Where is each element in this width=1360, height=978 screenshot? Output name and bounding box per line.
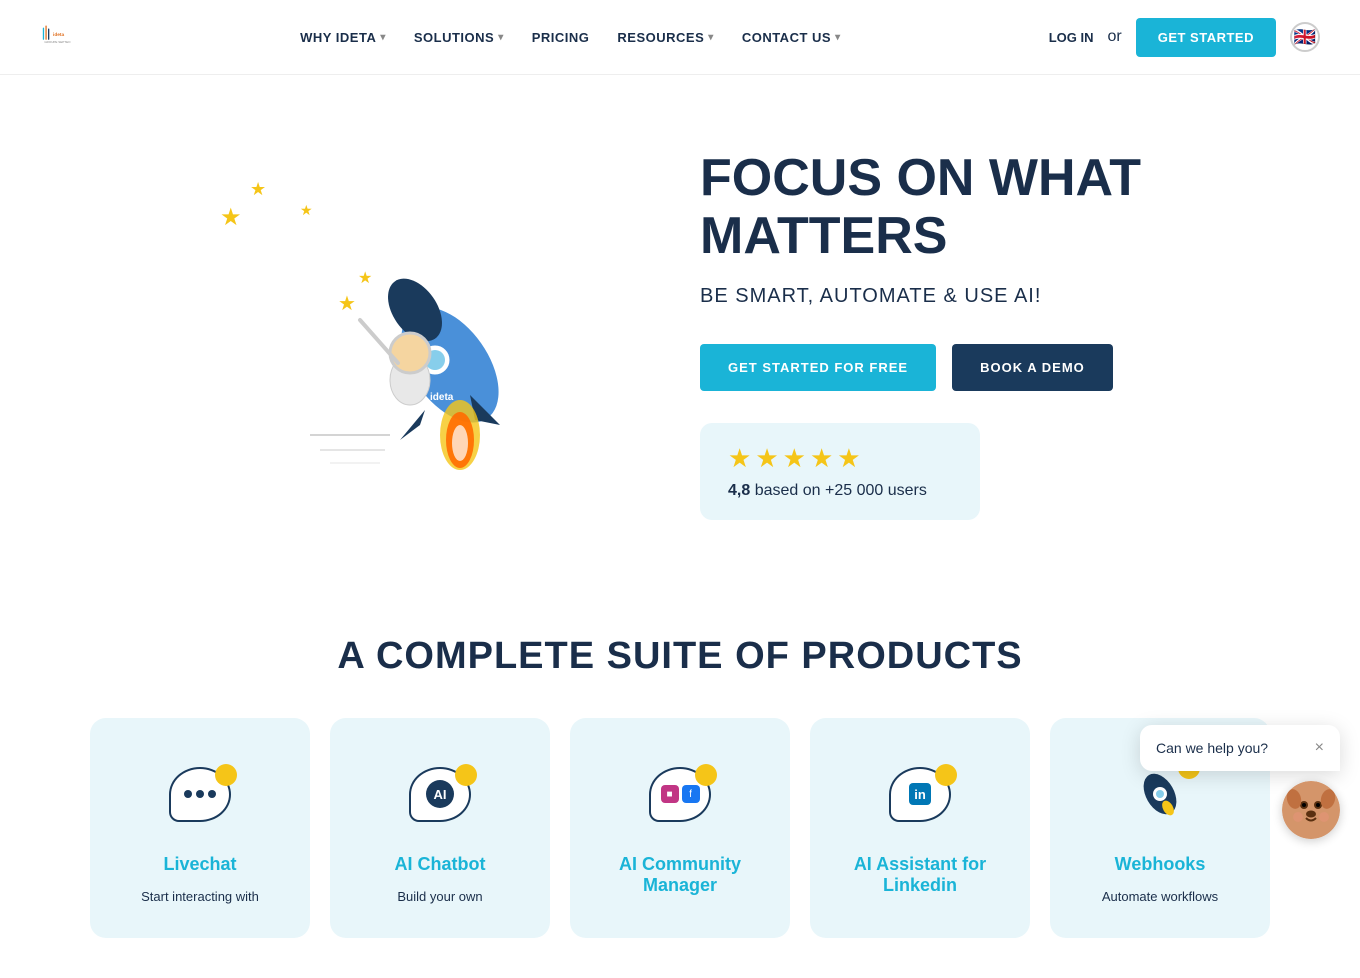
nav-why-ideta[interactable]: WHY IDETA ▾ <box>300 30 386 45</box>
header-right: LOG IN or GET STARTED 🇬🇧 <box>1049 18 1320 57</box>
login-link[interactable]: LOG IN <box>1049 30 1094 45</box>
linkedin-notification-badge <box>935 764 957 786</box>
linkedin-bubble-icon: in <box>889 767 951 822</box>
product-card-livechat[interactable]: Livechat Start interacting with <box>90 718 310 938</box>
chevron-down-icon: ▾ <box>498 32 504 43</box>
chat-avatar[interactable] <box>1282 781 1340 839</box>
chat-bubble: Can we help you? × <box>1140 725 1340 771</box>
login-or-text: or <box>1107 28 1121 46</box>
webhooks-name: Webhooks <box>1115 854 1206 875</box>
chevron-down-icon: ▾ <box>708 32 714 43</box>
livechat-name: Livechat <box>163 854 236 875</box>
get-started-header-button[interactable]: GET STARTED <box>1136 18 1276 57</box>
community-bubble-icon: ■ f <box>649 767 711 822</box>
dot-2 <box>196 790 204 798</box>
community-icon-wrapper: ■ f <box>640 754 720 834</box>
star-2: ★ <box>755 443 778 474</box>
social-icons: ■ f <box>661 785 700 803</box>
svg-text:ideta: ideta <box>53 32 64 38</box>
livechat-desc: Start interacting with <box>141 887 259 907</box>
product-card-community[interactable]: ■ f AI Community Manager <box>570 718 790 938</box>
logo-area[interactable]: ideta GROUPE SEPTEO <box>40 11 92 63</box>
star-4: ★ <box>810 443 833 474</box>
community-notification-badge <box>695 764 717 786</box>
chatbot-name: AI Chatbot <box>395 854 486 875</box>
language-selector[interactable]: 🇬🇧 <box>1290 22 1320 52</box>
rating-score: 4,8 <box>728 482 750 499</box>
chevron-down-icon: ▾ <box>380 32 386 43</box>
chevron-down-icon: ▾ <box>835 32 841 43</box>
hero-illustration: ★ ★ ★ <box>160 165 580 505</box>
chatbot-notification-badge <box>455 764 477 786</box>
hero-subtitle: BE SMART, AUTOMATE & USE AI! <box>700 285 1041 308</box>
product-card-chatbot[interactable]: AI AI Chatbot Build your own <box>330 718 550 938</box>
livechat-bubble-icon <box>169 767 231 822</box>
hero-section: ★ ★ ★ <box>0 75 1360 575</box>
star-3: ★ <box>783 443 806 474</box>
webhooks-desc: Automate workflows <box>1102 887 1218 907</box>
svg-text:★: ★ <box>250 179 266 199</box>
instagram-icon: ■ <box>661 785 679 803</box>
rating-text: 4,8 based on +25 000 users <box>728 482 952 500</box>
products-section-title: A COMPLETE SUITE OF PRODUCTS <box>60 635 1300 678</box>
hero-illustration-area: ★ ★ ★ <box>80 165 660 505</box>
chatbot-icon-wrapper: AI <box>400 754 480 834</box>
product-card-linkedin[interactable]: in AI Assistant for Linkedin <box>810 718 1030 938</box>
svg-text:★: ★ <box>300 202 313 218</box>
header: ideta GROUPE SEPTEO WHY IDETA ▾ SOLUTION… <box>0 0 1360 75</box>
nav-contact-us[interactable]: CONTACT US ▾ <box>742 30 841 45</box>
hero-buttons: GET STARTED FOR FREE BOOK A DEMO <box>700 344 1113 391</box>
star-5: ★ <box>837 443 860 474</box>
svg-text:★: ★ <box>358 270 372 287</box>
svg-text:★: ★ <box>220 204 242 231</box>
linkedin-icon-wrapper: in <box>880 754 960 834</box>
nav-solutions[interactable]: SOLUTIONS ▾ <box>414 30 504 45</box>
chat-bubble-text: Can we help you? <box>1156 740 1268 756</box>
nav-pricing[interactable]: PRICING <box>532 30 590 45</box>
products-grid: Livechat Start interacting with AI AI Ch… <box>60 718 1300 938</box>
linkedin-brand-icon: in <box>909 783 931 805</box>
star-rating: ★ ★ ★ ★ ★ <box>728 443 952 474</box>
nav-resources[interactable]: RESOURCES ▾ <box>617 30 713 45</box>
main-nav: WHY IDETA ▾ SOLUTIONS ▾ PRICING RESOURCE… <box>300 30 841 45</box>
book-demo-button[interactable]: BOOK A DEMO <box>952 344 1113 391</box>
livechat-notification-badge <box>215 764 237 786</box>
svg-text:GROUPE SEPTEO: GROUPE SEPTEO <box>44 40 71 44</box>
svg-text:ideta: ideta <box>430 392 454 403</box>
rating-label: based on +25 000 users <box>755 482 927 499</box>
close-chat-button[interactable]: × <box>1315 739 1324 757</box>
hero-title: FOCUS ON WHAT MATTERS <box>700 150 1280 264</box>
community-name: AI Community Manager <box>594 854 766 896</box>
ai-label-icon: AI <box>426 780 454 808</box>
rating-box: ★ ★ ★ ★ ★ 4,8 based on +25 000 users <box>700 423 980 520</box>
get-started-free-button[interactable]: GET STARTED FOR FREE <box>700 344 936 391</box>
chatbot-desc: Build your own <box>397 887 482 907</box>
chatbot-bubble-icon: AI <box>409 767 471 822</box>
linkedin-name: AI Assistant for Linkedin <box>834 854 1006 896</box>
star-1: ★ <box>728 443 751 474</box>
hero-content: FOCUS ON WHAT MATTERS BE SMART, AUTOMATE… <box>660 150 1280 519</box>
dot-3 <box>208 790 216 798</box>
chat-widget: Can we help you? × <box>1140 725 1340 839</box>
livechat-icon-wrapper <box>160 754 240 834</box>
dot-1 <box>184 790 192 798</box>
svg-text:★: ★ <box>338 293 356 315</box>
facebook-icon: f <box>682 785 700 803</box>
